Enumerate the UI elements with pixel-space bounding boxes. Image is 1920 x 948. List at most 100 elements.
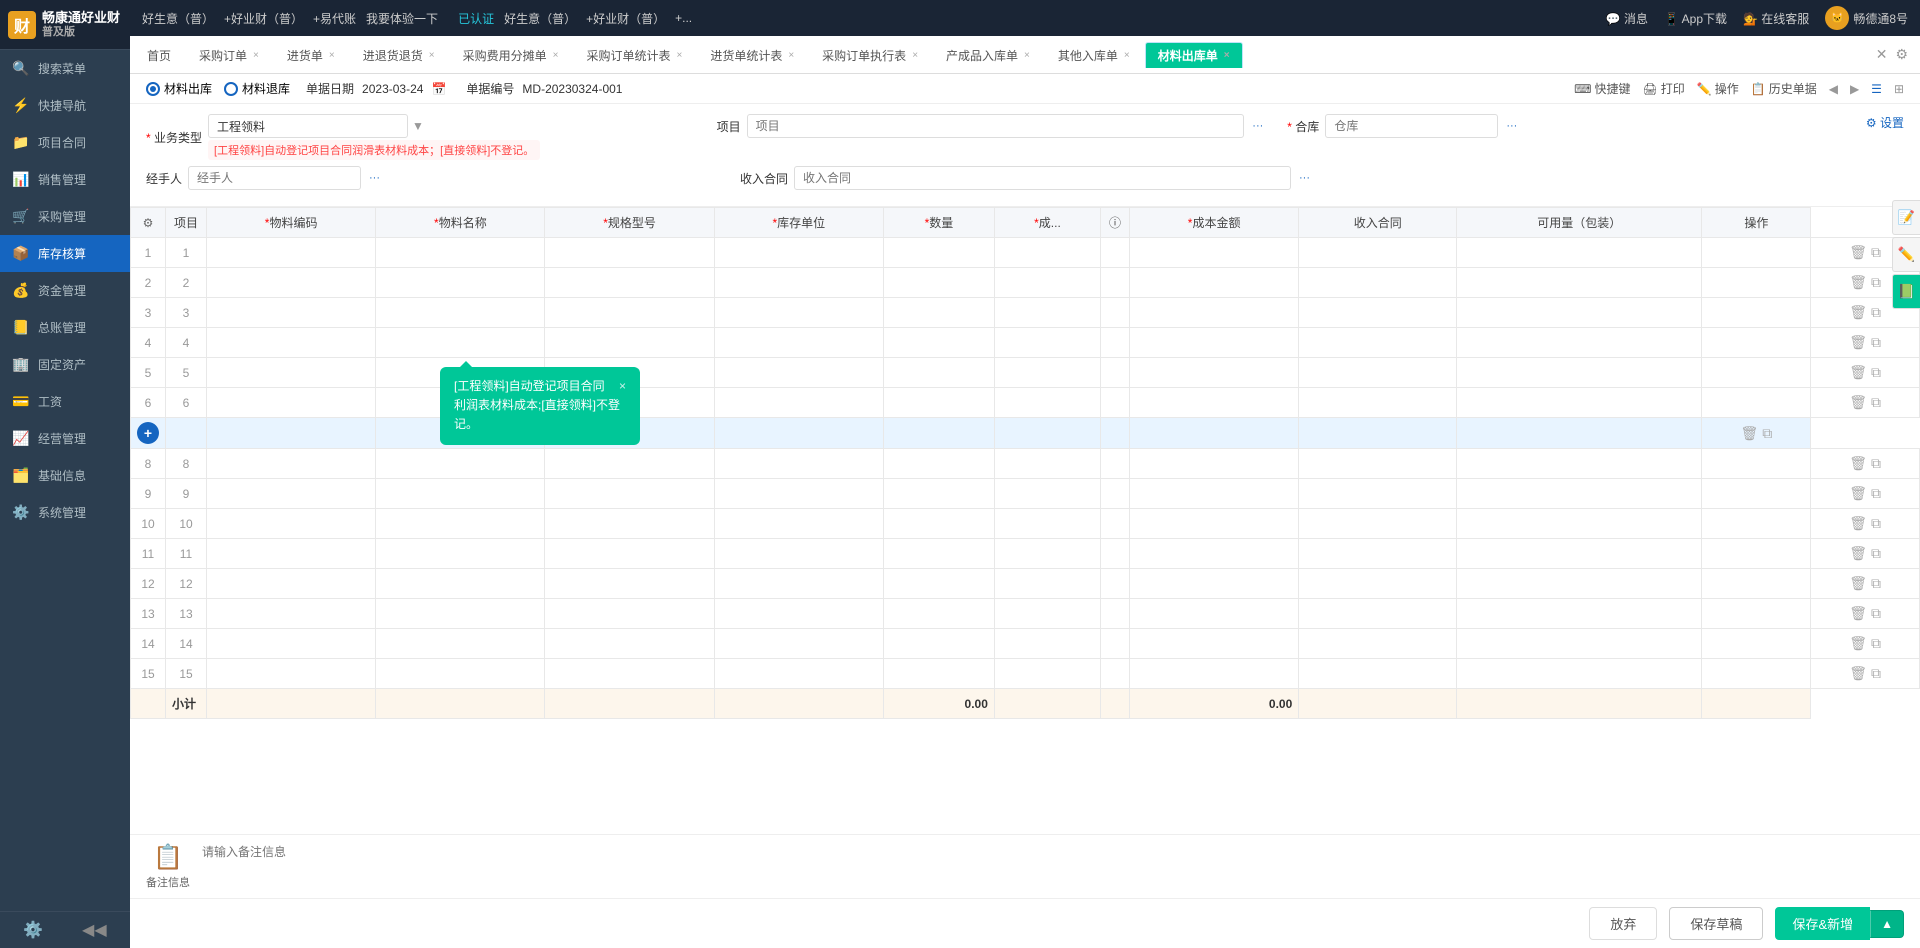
row-4-col-4[interactable] [883, 328, 994, 358]
sidebar-item-ledger[interactable]: 📒总账管理 [0, 309, 130, 346]
row-11-col-7[interactable] [1130, 539, 1299, 569]
tab-采购订单执行表[interactable]: 采购订单执行表× [809, 42, 931, 68]
tab-close-7[interactable]: × [912, 50, 918, 61]
top-nav-link-2[interactable]: +易代账 [313, 10, 356, 27]
row-11-col-9[interactable] [1457, 539, 1702, 569]
row-13-col-6[interactable] [1101, 599, 1130, 629]
row-10-col-2[interactable] [545, 509, 714, 539]
row-3-col-2[interactable] [545, 298, 714, 328]
row-14-col-9[interactable] [1457, 629, 1702, 659]
row-10-col-5[interactable] [994, 509, 1100, 539]
row-14-col-0[interactable] [207, 629, 376, 659]
row-1-col-10[interactable] [1702, 238, 1811, 268]
row-12-col-5[interactable] [994, 569, 1100, 599]
sidebar-item-project[interactable]: 📁项目合同 [0, 124, 130, 161]
row-9-col-2[interactable] [545, 479, 714, 509]
project-input[interactable] [747, 114, 1245, 138]
row-6-col-0[interactable] [207, 388, 376, 418]
row-10-col-8[interactable] [1299, 509, 1457, 539]
row-copy-4[interactable]: ⧉ [1871, 334, 1881, 351]
row-1-col-7[interactable] [1130, 238, 1299, 268]
tab-首页[interactable]: 首页 [134, 42, 184, 68]
row-9-col-3[interactable] [714, 479, 883, 509]
radio-material-out-btn[interactable] [146, 82, 160, 96]
top-nav-link-1[interactable]: +好业财（普） [224, 10, 303, 27]
row-4-col-7[interactable] [1130, 328, 1299, 358]
row-13-col-4[interactable] [883, 599, 994, 629]
row-delete-1[interactable]: 🗑 [1849, 244, 1867, 261]
add-row-btn[interactable]: + [137, 422, 159, 444]
row-copy-15[interactable]: ⧉ [1871, 665, 1881, 682]
row-3-col-6[interactable] [1101, 298, 1130, 328]
active-row-col-7[interactable] [994, 418, 1100, 449]
row-delete-15[interactable]: 🗑 [1849, 665, 1867, 682]
project-more[interactable]: ··· [1252, 120, 1263, 132]
nav-prev[interactable]: ◀ [1829, 82, 1838, 96]
row-11-col-6[interactable] [1101, 539, 1130, 569]
sidebar-item-inventory[interactable]: 📦库存核算 [0, 235, 130, 272]
row-15-col-9[interactable] [1457, 659, 1702, 689]
row-3-col-0[interactable] [207, 298, 376, 328]
right-panel-edit-icon[interactable]: 📝 [1892, 200, 1920, 235]
row-8-col-3[interactable] [714, 449, 883, 479]
active-row-col-9[interactable] [1130, 418, 1299, 449]
row-3-col-5[interactable] [994, 298, 1100, 328]
sidebar-item-sales[interactable]: 📊销售管理 [0, 161, 130, 198]
extra-settings[interactable]: ⚙ 设置 [1866, 114, 1904, 131]
row-8-col-4[interactable] [883, 449, 994, 479]
tab-close-4[interactable]: × [553, 50, 559, 61]
row-15-col-3[interactable] [714, 659, 883, 689]
row-2-col-4[interactable] [883, 268, 994, 298]
row-5-col-0[interactable] [207, 358, 376, 388]
row-delete-11[interactable]: 🗑 [1849, 545, 1867, 562]
sidebar-item-ops[interactable]: 📈经营管理 [0, 420, 130, 457]
tooltip-close-btn[interactable]: × [619, 377, 626, 396]
row-13-col-9[interactable] [1457, 599, 1702, 629]
row-3-col-7[interactable] [1130, 298, 1299, 328]
row-copy-1[interactable]: ⧉ [1871, 244, 1881, 261]
nav-next[interactable]: ▶ [1850, 82, 1859, 96]
row-delete-14[interactable]: 🗑 [1849, 635, 1867, 652]
calendar-icon[interactable]: 📅 [431, 82, 446, 96]
row-11-col-5[interactable] [994, 539, 1100, 569]
tab-close-1[interactable]: × [253, 50, 259, 61]
row-5-col-9[interactable] [1457, 358, 1702, 388]
print-btn[interactable]: 🖨 打印 [1643, 80, 1685, 97]
row-5-col-8[interactable] [1299, 358, 1457, 388]
row-6-col-7[interactable] [1130, 388, 1299, 418]
row-10-col-7[interactable] [1130, 509, 1299, 539]
row-copy-7[interactable]: ⧉ [1762, 425, 1772, 442]
row-14-col-3[interactable] [714, 629, 883, 659]
row-13-col-1[interactable] [376, 599, 545, 629]
row-2-col-1[interactable] [376, 268, 545, 298]
view-toggle-1[interactable]: ☰ [1871, 82, 1882, 96]
active-row-col-11[interactable] [1457, 418, 1702, 449]
active-row-col-1[interactable] [166, 418, 207, 449]
tab-进货单[interactable]: 进货单× [274, 42, 348, 68]
notes-input[interactable] [202, 843, 1904, 861]
row-copy-14[interactable]: ⧉ [1871, 635, 1881, 652]
row-6-col-10[interactable] [1702, 388, 1811, 418]
row-2-col-7[interactable] [1130, 268, 1299, 298]
row-8-col-9[interactable] [1457, 449, 1702, 479]
row-6-col-6[interactable] [1101, 388, 1130, 418]
row-9-col-5[interactable] [994, 479, 1100, 509]
row-6-col-8[interactable] [1299, 388, 1457, 418]
row-4-col-5[interactable] [994, 328, 1100, 358]
row-2-col-6[interactable] [1101, 268, 1130, 298]
warehouse-more[interactable]: ··· [1506, 120, 1517, 132]
row-10-col-10[interactable] [1702, 509, 1811, 539]
row-delete-4[interactable]: 🗑 [1849, 334, 1867, 351]
row-1-col-3[interactable] [714, 238, 883, 268]
row-14-col-5[interactable] [994, 629, 1100, 659]
row-1-col-0[interactable] [207, 238, 376, 268]
tab-采购订单统计表[interactable]: 采购订单统计表× [573, 42, 695, 68]
save-draft-button[interactable]: 保存草稿 [1669, 907, 1763, 940]
radio-material-out[interactable]: 材料出库 [146, 80, 212, 97]
right-panel-pen-icon[interactable]: ✏️ [1892, 237, 1920, 272]
row-11-col-0[interactable] [207, 539, 376, 569]
top-nav-link-0[interactable]: 好生意（普） [142, 10, 214, 27]
row-copy-9[interactable]: ⧉ [1871, 485, 1881, 502]
row-10-col-3[interactable] [714, 509, 883, 539]
row-8-col-0[interactable] [207, 449, 376, 479]
